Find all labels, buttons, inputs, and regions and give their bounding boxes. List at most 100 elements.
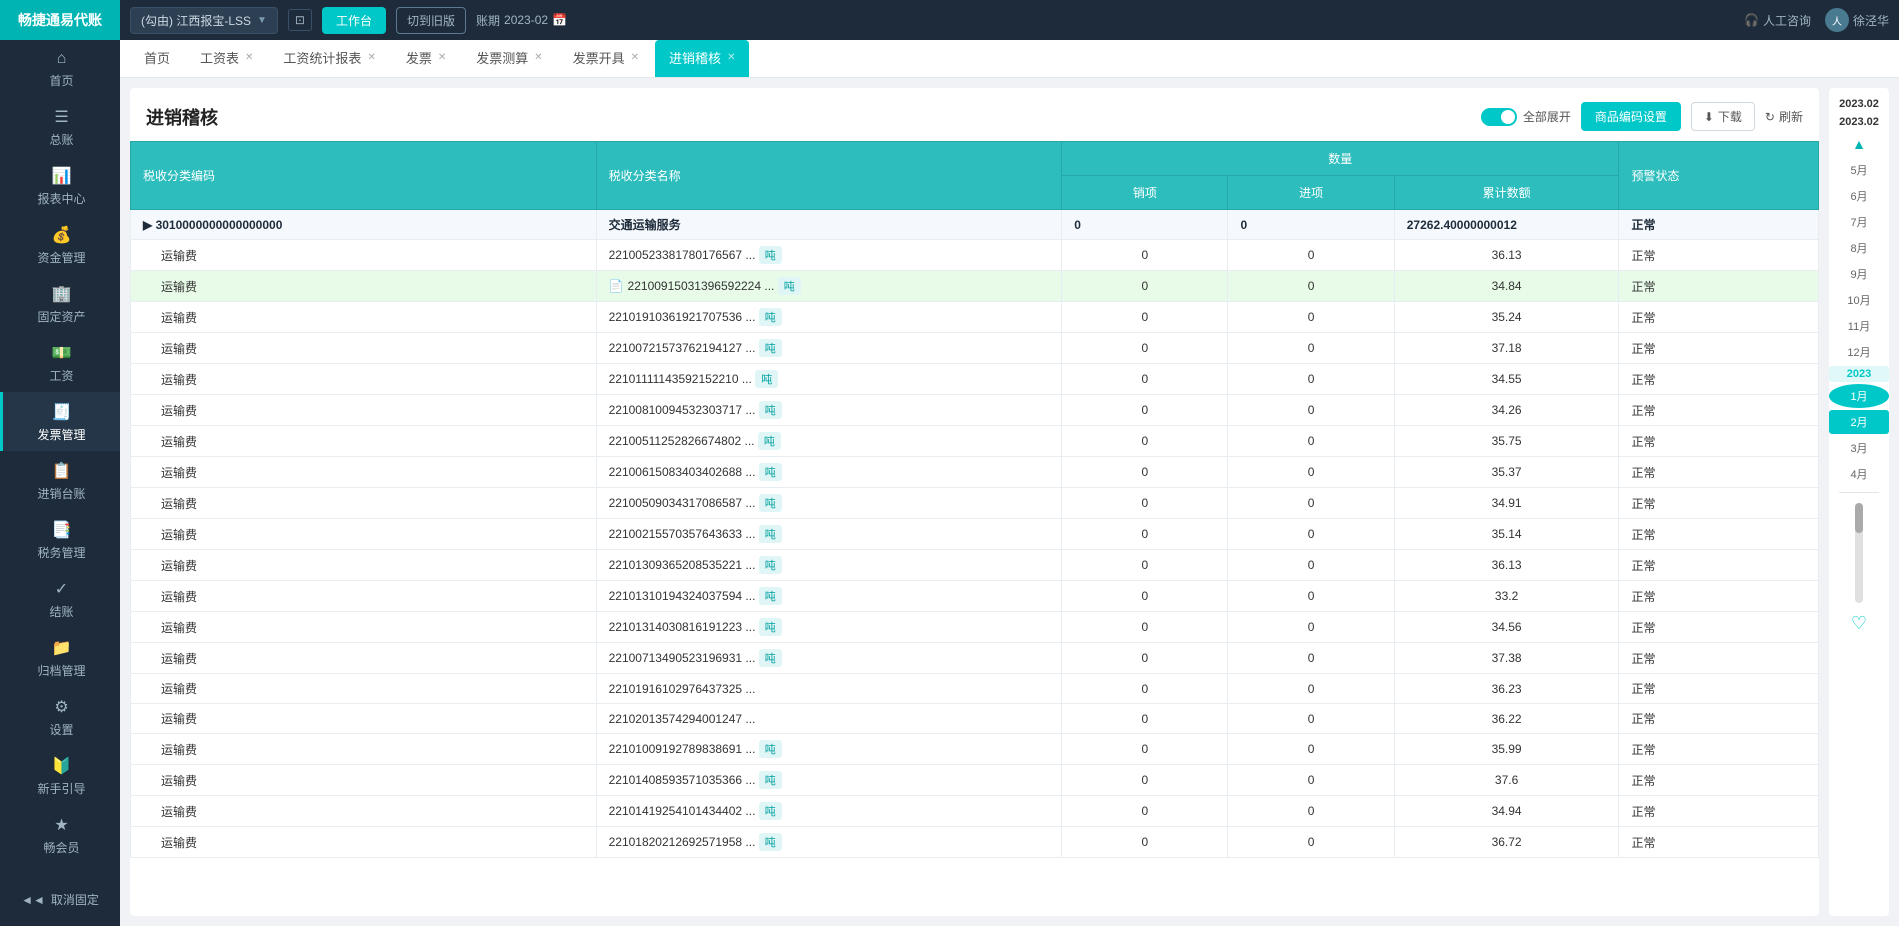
table-row[interactable]: 运输费 22101009192789838691 ... 吨 0 0 35.99… <box>131 734 1819 765</box>
sidebar-item-tax[interactable]: 📑 税务管理 <box>0 510 120 569</box>
table-row[interactable]: 运输费 22101408593571035366 ... 吨 0 0 37.6 … <box>131 765 1819 796</box>
month-feb[interactable]: 2月 <box>1829 410 1889 434</box>
cell-cumulative: 35.37 <box>1394 457 1619 488</box>
cell-name: 22101310194324037594 ... 吨 <box>596 581 1062 612</box>
cell-sales: 0 <box>1062 827 1228 858</box>
cell-cumulative: 34.55 <box>1394 364 1619 395</box>
table-row[interactable]: 运输费 22101820212692571958 ... 吨 0 0 36.72… <box>131 827 1819 858</box>
scrollbar-track <box>1855 503 1863 603</box>
table-row[interactable]: 运输费 22101419254101434402 ... 吨 0 0 34.94… <box>131 796 1819 827</box>
calendar-icon[interactable]: 📅 <box>552 13 567 27</box>
expand-toggle[interactable]: 全部展开 <box>1481 108 1571 126</box>
sidebar-item-member[interactable]: ★ 畅会员 <box>0 805 120 864</box>
month-nov[interactable]: 11月 <box>1829 314 1889 338</box>
sidebar-item-fixed-assets[interactable]: 🏢 固定资产 <box>0 274 120 333</box>
close-icon[interactable]: ✕ <box>727 52 735 63</box>
sidebar-item-sales-ledger[interactable]: 📋 进销台账 <box>0 451 120 510</box>
cell-status: 正常 <box>1619 612 1819 643</box>
cell-cumulative: 33.2 <box>1394 581 1619 612</box>
table-row[interactable]: 运输费 22100615083403402688 ... 吨 0 0 35.37… <box>131 457 1819 488</box>
divider <box>1839 492 1879 493</box>
sidebar-item-guide[interactable]: 🔰 新手引导 <box>0 746 120 805</box>
sidebar-item-invoice[interactable]: 🧾 发票管理 <box>0 392 120 451</box>
table-wrapper: 税收分类编码 税收分类名称 数量 预警状态 销项 进项 累计数额 ▶ 3 <box>130 141 1819 916</box>
month-oct[interactable]: 10月 <box>1829 288 1889 312</box>
table-row[interactable]: 运输费 22101310194324037594 ... 吨 0 0 33.2 … <box>131 581 1819 612</box>
cell-purchase: 0 <box>1228 796 1394 827</box>
tab-invoice[interactable]: 发票 ✕ <box>392 40 460 77</box>
cell-code: 运输费 <box>131 643 597 674</box>
sidebar-item-ledger[interactable]: ☰ 总账 <box>0 97 120 156</box>
nav-up-arrow[interactable]: ▲ <box>1848 132 1870 156</box>
table-row[interactable]: 运输费 22100810094532303717 ... 吨 0 0 34.26… <box>131 395 1819 426</box>
sidebar-item-home[interactable]: ⌂ 首页 <box>0 40 120 97</box>
quantity-tag: 吨 <box>759 401 782 419</box>
month-apr[interactable]: 4月 <box>1829 462 1889 486</box>
quantity-tag: 吨 <box>755 370 778 388</box>
month-jul[interactable]: 7月 <box>1829 210 1889 234</box>
sidebar-item-settlement[interactable]: ✓ 结账 <box>0 569 120 628</box>
month-aug[interactable]: 8月 <box>1829 236 1889 260</box>
month-mar[interactable]: 3月 <box>1829 436 1889 460</box>
sidebar-item-salary[interactable]: 💵 工资 <box>0 333 120 392</box>
tab-invoice-calc[interactable]: 发票测算 ✕ <box>462 40 556 77</box>
tab-home[interactable]: 首页 <box>130 40 184 77</box>
table-row[interactable]: 运输费 22100713490523196931 ... 吨 0 0 37.38… <box>131 643 1819 674</box>
table-row[interactable]: 运输费 22101916102976437325 ... 0 0 36.23 正… <box>131 674 1819 704</box>
tab-label: 工资统计报表 <box>283 48 361 67</box>
cell-sales: 0 <box>1062 734 1228 765</box>
close-icon[interactable]: ✕ <box>438 52 446 63</box>
month-sep[interactable]: 9月 <box>1829 262 1889 286</box>
company-selector[interactable]: (勾由) 江西报宝-LSS ▼ <box>130 7 278 34</box>
month-jun[interactable]: 6月 <box>1829 184 1889 208</box>
scrollbar-thumb[interactable] <box>1855 503 1863 533</box>
cell-sales: 0 <box>1062 302 1228 333</box>
period-value: 2023-02 <box>504 13 548 27</box>
cell-name: 22101111143592152210 ... 吨 <box>596 364 1062 395</box>
table-row[interactable]: 运输费 22100523381780176567 ... 吨 0 0 36.13… <box>131 240 1819 271</box>
close-icon[interactable]: ✕ <box>245 52 253 63</box>
table-row[interactable]: 运输费 22101910361921707536 ... 吨 0 0 35.24… <box>131 302 1819 333</box>
close-icon[interactable]: ✕ <box>631 52 639 63</box>
table-row[interactable]: 运输费 22100509034317086587 ... 吨 0 0 34.91… <box>131 488 1819 519</box>
cell-purchase: 0 <box>1228 734 1394 765</box>
table-row[interactable]: 运输费 22100215570357643633 ... 吨 0 0 35.14… <box>131 519 1819 550</box>
table-row[interactable]: 运输费 22101111143592152210 ... 吨 0 0 34.55… <box>131 364 1819 395</box>
sidebar-item-reports[interactable]: 📊 报表中心 <box>0 156 120 215</box>
workbench-button[interactable]: 工作台 <box>322 7 386 34</box>
cell-status: 正常 <box>1619 426 1819 457</box>
sidebar-item-settings[interactable]: ⚙ 设置 <box>0 687 120 746</box>
cell-purchase: 0 <box>1228 612 1394 643</box>
sidebar-item-capital[interactable]: 💰 资金管理 <box>0 215 120 274</box>
month-jan[interactable]: 1月 <box>1829 384 1889 408</box>
month-may[interactable]: 5月 <box>1829 158 1889 182</box>
table-row[interactable]: 运输费 22100511252826674802 ... 吨 0 0 35.75… <box>131 426 1819 457</box>
sidebar-item-label: 新手引导 <box>37 780 85 797</box>
tab-invoice-issue[interactable]: 发票开具 ✕ <box>559 40 653 77</box>
refresh-button[interactable]: ↻ 刷新 <box>1765 108 1803 125</box>
table-row[interactable]: ▶ 3010000000000000000 交通运输服务 0 0 27262.4… <box>131 210 1819 240</box>
close-icon[interactable]: ✕ <box>534 52 542 63</box>
table-row[interactable]: 运输费 22102013574294001247 ... 0 0 36.22 正… <box>131 704 1819 734</box>
table-row[interactable]: 运输费 22100721573762194127 ... 吨 0 0 37.18… <box>131 333 1819 364</box>
table-row[interactable]: 运输费 📄22100915031396592224 ... 吨 0 0 34.8… <box>131 271 1819 302</box>
refresh-icon: ↻ <box>1765 110 1775 124</box>
tab-salary-report[interactable]: 工资统计报表 ✕ <box>269 40 389 77</box>
user-menu[interactable]: 人 徐泾华 <box>1825 8 1889 32</box>
product-settings-button[interactable]: 商品编码设置 <box>1581 102 1681 131</box>
close-icon[interactable]: ✕ <box>367 52 375 63</box>
table-row[interactable]: 运输费 22101309365208535221 ... 吨 0 0 36.13… <box>131 550 1819 581</box>
tab-sales-reconcile[interactable]: 进销稽核 ✕ <box>655 40 749 77</box>
download-button[interactable]: ⬇ 下载 <box>1691 102 1755 131</box>
cell-status: 正常 <box>1619 643 1819 674</box>
tab-salary-table[interactable]: 工资表 ✕ <box>186 40 267 77</box>
sidebar-item-archive[interactable]: 📁 归档管理 <box>0 628 120 687</box>
unpin-button[interactable]: ◄◄ 取消固定 <box>0 883 120 916</box>
table-row[interactable]: 运输费 22101314030816191223 ... 吨 0 0 34.56… <box>131 612 1819 643</box>
support-button[interactable]: 🎧 人工咨询 <box>1744 12 1811 29</box>
favorite-icon[interactable]: ♡ <box>1851 613 1867 634</box>
toggle-track[interactable] <box>1481 108 1517 126</box>
copy-button[interactable]: ⊡ <box>288 9 312 31</box>
month-dec[interactable]: 12月 <box>1829 340 1889 364</box>
switch-old-button[interactable]: 切到旧版 <box>396 7 466 34</box>
